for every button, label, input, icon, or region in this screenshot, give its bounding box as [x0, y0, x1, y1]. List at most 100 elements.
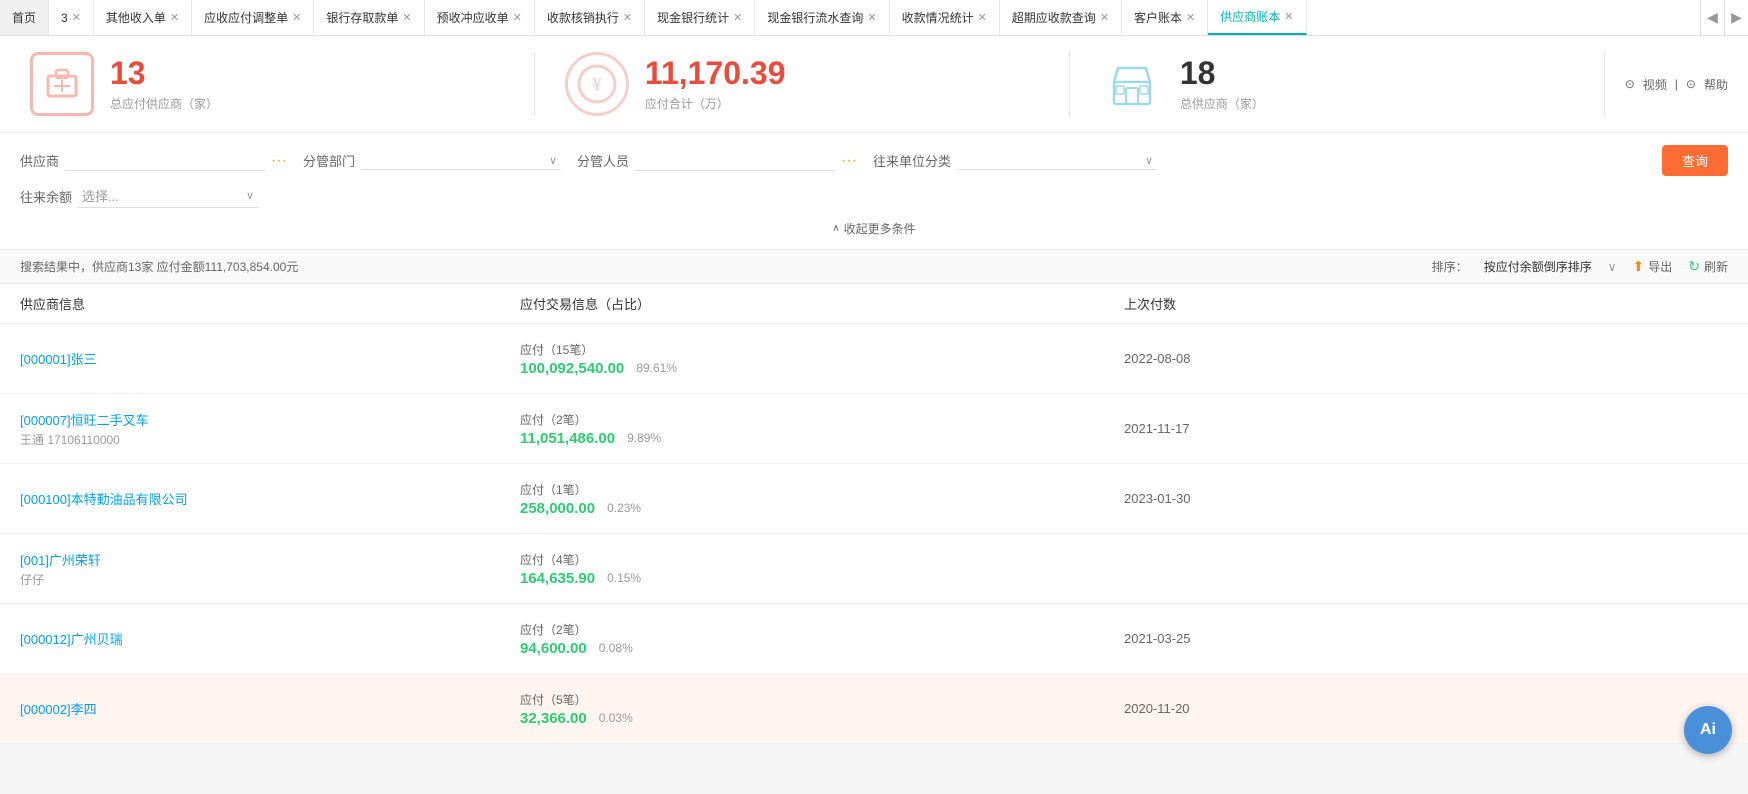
nav-cash-flow[interactable]: 现金银行流水查询 ✕	[755, 0, 889, 35]
stat-supplier-number: 13	[110, 56, 218, 91]
table-row: [000007]恒旺二手叉车 王通 17106110000 应付（2笔） 11,…	[0, 394, 1748, 464]
results-summary: 搜索结果中，供应商13家 应付金额111,703,854.00元	[20, 258, 298, 275]
nav-overdue[interactable]: 超期应收款查询 ✕	[1000, 0, 1122, 35]
nav-three-close[interactable]: ✕	[72, 11, 81, 24]
export-action[interactable]: ⬆ 导出	[1633, 258, 1673, 275]
nav-home[interactable]: 首页	[0, 0, 49, 35]
last-payment-cell: 2022-08-08	[1124, 351, 1728, 366]
nav-supplier-book-label: 供应商账本	[1220, 8, 1280, 25]
filter-balance-value: 选择...	[82, 186, 242, 205]
balance-chevron-down-icon: ∨	[246, 189, 254, 202]
nav-collect-verify-label: 收款核销执行	[547, 9, 619, 26]
nav-collect-stat[interactable]: 收款情况统计 ✕	[890, 0, 1000, 35]
nav-cash-flow-close[interactable]: ✕	[867, 11, 876, 24]
filter-balance-select[interactable]: 选择... ∨	[78, 184, 258, 208]
nav-prev-arrow[interactable]: ◀	[1700, 0, 1724, 36]
last-payment-date: 2020-11-20	[1124, 701, 1190, 716]
nav-customer-book[interactable]: 客户账本 ✕	[1122, 0, 1208, 35]
nav-other-income[interactable]: 其他收入单 ✕	[94, 0, 192, 35]
refresh-action[interactable]: ↻ 刷新	[1688, 258, 1728, 275]
stat-payable: ¥ 11,170.39 应付合计（万）	[535, 52, 1070, 116]
stat-payable-content: 11,170.39 应付合计（万）	[645, 56, 786, 112]
header-supplier-info: 供应商信息	[20, 294, 520, 313]
transaction-info-cell: 应付（5笔） 32,366.00 0.03%	[520, 691, 1124, 727]
nav-bank[interactable]: 银行存取款单 ✕	[314, 0, 424, 35]
last-payment-cell: 2023-01-30	[1124, 491, 1728, 506]
nav-overdue-close[interactable]: ✕	[1100, 11, 1109, 24]
supplier-link-hengwang[interactable]: [000007]恒旺二手叉车	[20, 413, 149, 428]
last-payment-cell: 2021-03-25	[1124, 631, 1728, 646]
supplier-info-cell: [000002]李四	[20, 699, 520, 718]
stat-supplier-count: 13 总应付供应商（家）	[20, 52, 535, 116]
nav-bank-close[interactable]: ✕	[402, 11, 411, 24]
supplier-link-rongxuan[interactable]: [001]广州荣轩	[20, 553, 101, 568]
table-header: 供应商信息 应付交易信息（占比） 上次付数	[0, 284, 1748, 324]
nav-supplier-book-close[interactable]: ✕	[1284, 10, 1293, 23]
transaction-percent: 0.03%	[599, 711, 633, 725]
transaction-info-cell: 应付（4笔） 164,635.90 0.15%	[520, 551, 1124, 587]
right-actions: 排序： 按应付余额倒序排序 ∨ ⬆ 导出 ↻ 刷新	[1432, 258, 1728, 275]
nav-advance-receive-close[interactable]: ✕	[513, 11, 522, 24]
video-link[interactable]: 视频	[1643, 76, 1667, 93]
table-row: [000100]本特勤油品有限公司 应付（1笔） 258,000.00 0.23…	[0, 464, 1748, 534]
nav-cash-flow-label: 现金银行流水查询	[767, 9, 863, 26]
nav-cash-stat-close[interactable]: ✕	[733, 11, 742, 24]
nav-adjust[interactable]: 应收应付调整单 ✕	[192, 0, 314, 35]
store-icon	[1100, 52, 1164, 116]
transaction-percent: 9.89%	[627, 431, 661, 445]
nav-advance-receive[interactable]: 预收冲应收单 ✕	[425, 0, 535, 35]
filter-supplier-label: 供应商	[20, 151, 59, 170]
nav-home-label: 首页	[12, 9, 36, 26]
nav-cash-stat-label: 现金银行统计	[657, 9, 729, 26]
category-chevron-down-icon: ∨	[1145, 154, 1153, 167]
stat-total-content: 18 总供应商（家）	[1180, 56, 1264, 112]
nav-collect-stat-close[interactable]: ✕	[978, 11, 987, 24]
top-right-links: ⊙ 视频 | ⊙ 帮助	[1605, 76, 1728, 93]
filter-dept: 分管部门 ∨	[303, 151, 561, 170]
filter-person: 分管人员 ···	[577, 151, 857, 171]
supplier-link-zhangsan[interactable]: [000001]张三	[20, 352, 97, 367]
nav-cash-stat[interactable]: 现金银行统计 ✕	[645, 0, 755, 35]
table-row: [001]广州荣轩 仔仔 应付（4笔） 164,635.90 0.15%	[0, 534, 1748, 604]
person-dots-icon[interactable]: ···	[841, 152, 857, 170]
person-input[interactable]	[635, 151, 835, 171]
nav-three[interactable]: 3 ✕	[49, 0, 94, 35]
search-button[interactable]: 查询	[1662, 145, 1728, 176]
filter-category-select[interactable]: ∨	[957, 152, 1157, 170]
filter-row-1: 供应商 ··· 分管部门 ∨ 分管人员 ··· 往来单位分类 ∨ 查询	[20, 145, 1728, 176]
collapse-label: 收起更多条件	[844, 220, 916, 237]
supplier-link-beirui[interactable]: [000012]广州贝瑞	[20, 632, 123, 647]
filter-dept-select[interactable]: ∨	[361, 152, 561, 170]
nav-next-arrow[interactable]: ▶	[1724, 0, 1748, 36]
nav-adjust-close[interactable]: ✕	[292, 11, 301, 24]
nav-supplier-book[interactable]: 供应商账本 ✕	[1208, 0, 1306, 35]
supplier-link-lisi[interactable]: [000002]李四	[20, 702, 97, 717]
sort-label: 排序：	[1432, 258, 1468, 275]
filter-category-label: 往来单位分类	[873, 151, 951, 170]
transaction-amount: 94,600.00	[520, 640, 587, 657]
supplier-dots-icon[interactable]: ···	[271, 152, 287, 170]
nav-three-label: 3	[61, 11, 68, 25]
filter-row-2: 往来余额 选择... ∨	[20, 184, 1728, 208]
supplier-input[interactable]	[65, 151, 265, 171]
supplier-info-cell: [001]广州荣轩 仔仔	[20, 550, 520, 588]
nav-adjust-label: 应收应付调整单	[204, 9, 288, 26]
ai-button[interactable]: Ai	[1684, 706, 1732, 754]
supplier-link-bente[interactable]: [000100]本特勤油品有限公司	[20, 492, 188, 507]
collapse-button[interactable]: ∧ 收起更多条件	[20, 216, 1728, 241]
nav-customer-book-label: 客户账本	[1134, 9, 1182, 26]
filter-category: 往来单位分类 ∨	[873, 151, 1157, 170]
nav-customer-book-close[interactable]: ✕	[1186, 11, 1195, 24]
table-row: [000012]广州贝瑞 应付（2笔） 94,600.00 0.08% 2021…	[0, 604, 1748, 674]
supplier-info-cell: [000007]恒旺二手叉车 王通 17106110000	[20, 410, 520, 448]
nav-collect-verify[interactable]: 收款核销执行 ✕	[535, 0, 645, 35]
nav-collect-verify-close[interactable]: ✕	[623, 11, 632, 24]
nav-other-income-close[interactable]: ✕	[170, 11, 179, 24]
supplier-contact: 仔仔	[20, 571, 520, 588]
transaction-info-cell: 应付（2笔） 11,051,486.00 9.89%	[520, 411, 1124, 447]
header-last-payment: 上次付数	[1124, 294, 1728, 313]
transaction-amount: 258,000.00	[520, 500, 595, 517]
sort-select[interactable]: 按应付余额倒序排序	[1484, 258, 1592, 275]
help-link[interactable]: 帮助	[1704, 76, 1728, 93]
results-bar: 搜索结果中，供应商13家 应付金额111,703,854.00元 排序： 按应付…	[0, 250, 1748, 284]
